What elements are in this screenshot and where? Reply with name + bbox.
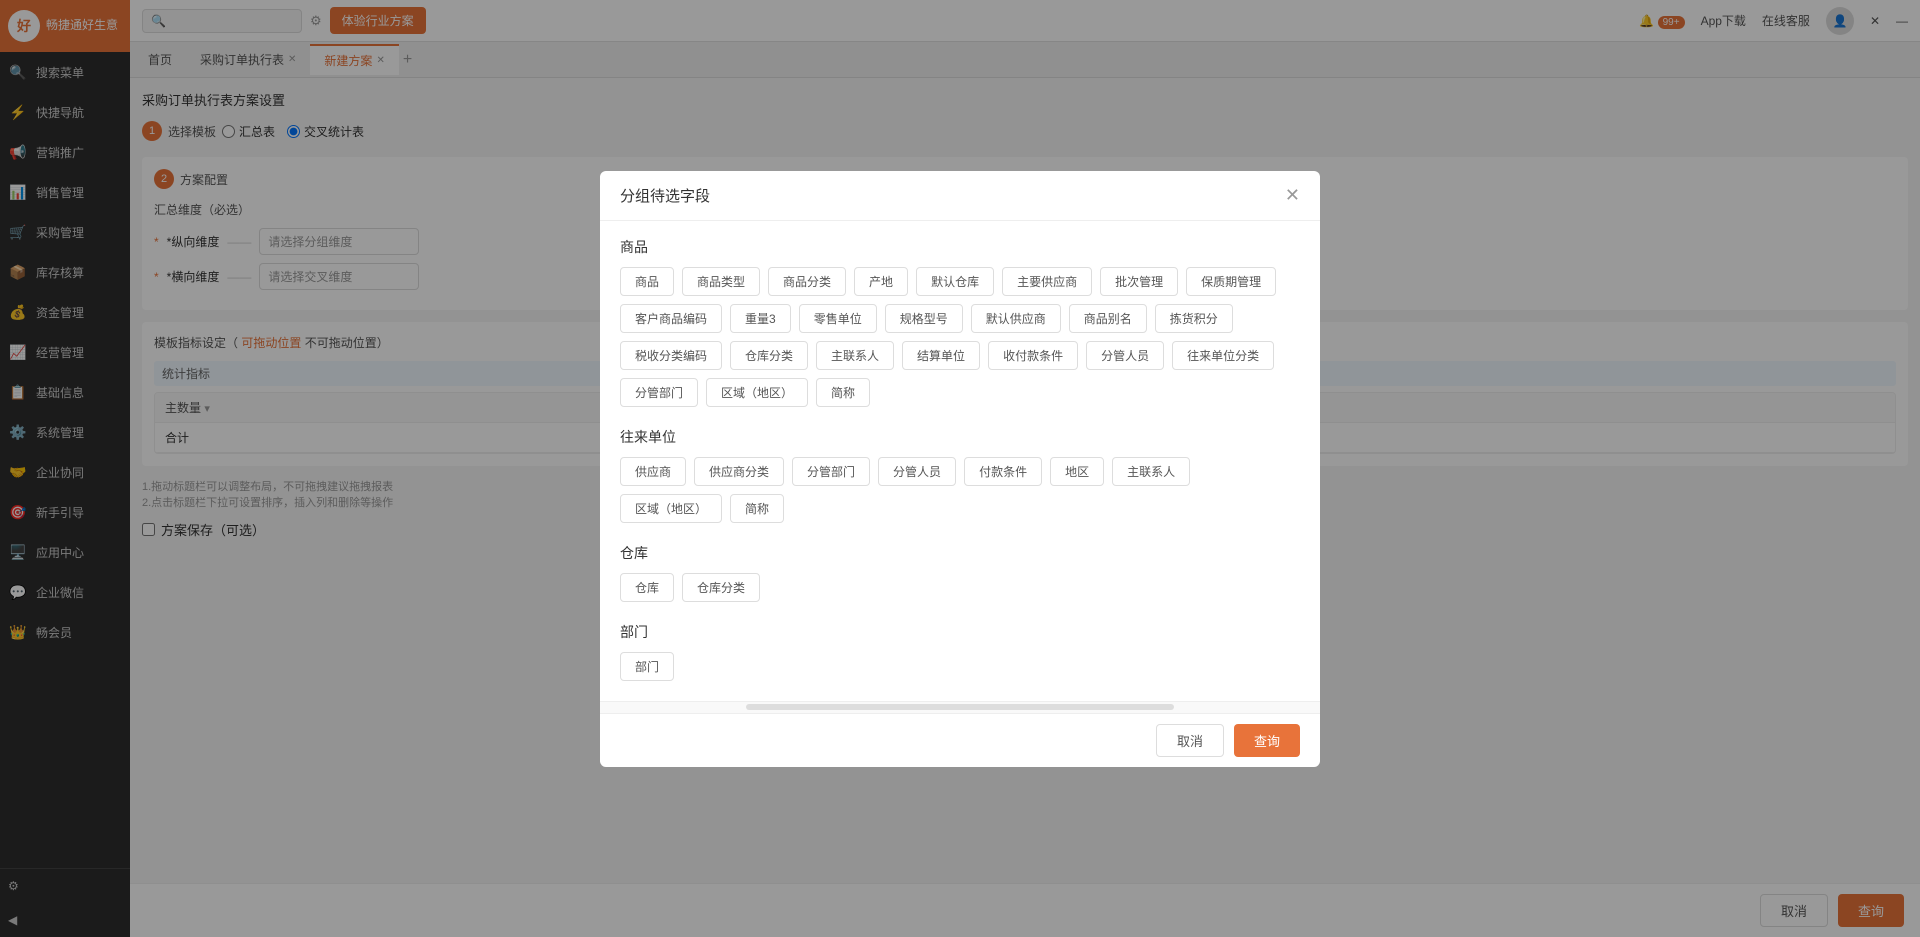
field-tag[interactable]: 拣货积分 [1155,304,1233,333]
field-tag[interactable]: 客户商品编码 [620,304,722,333]
field-tag[interactable]: 税收分类编码 [620,341,722,370]
field-tag[interactable]: 零售单位 [799,304,877,333]
modal-title: 分组待选字段 [620,185,710,206]
field-tag[interactable]: 主联系人 [1112,457,1190,486]
field-tag[interactable]: 仓库分类 [730,341,808,370]
field-tag[interactable]: 往来单位分类 [1172,341,1274,370]
field-tag[interactable]: 默认仓库 [916,267,994,296]
field-tags-department: 部门 [620,652,1300,681]
modal-cancel-btn[interactable]: 取消 [1156,724,1224,757]
field-tag[interactable]: 付款条件 [964,457,1042,486]
field-tags-partner: 供应商 供应商分类 分管部门 分管人员 付款条件 地区 主联系人 区域（地区） … [620,457,1300,523]
field-tag[interactable]: 结算单位 [902,341,980,370]
field-group-department: 部门 部门 [620,622,1300,681]
modal-overlay: 分组待选字段 ✕ 商品 商品 商品类型 商品分类 产地 默认仓库 主要供应商 批… [0,0,1920,937]
field-group-warehouse: 仓库 仓库 仓库分类 [620,543,1300,602]
field-tags-warehouse: 仓库 仓库分类 [620,573,1300,602]
modal-footer: 取消 查询 [600,713,1320,767]
field-tag[interactable]: 默认供应商 [971,304,1061,333]
field-tag[interactable]: 收付款条件 [988,341,1078,370]
field-tag[interactable]: 规格型号 [885,304,963,333]
field-tag[interactable]: 部门 [620,652,674,681]
field-group-partner: 往来单位 供应商 供应商分类 分管部门 分管人员 付款条件 地区 主联系人 区域… [620,427,1300,523]
field-tag[interactable]: 商品 [620,267,674,296]
field-tag[interactable]: 供应商 [620,457,686,486]
field-tag[interactable]: 供应商分类 [694,457,784,486]
field-tag[interactable]: 批次管理 [1100,267,1178,296]
field-tag[interactable]: 主联系人 [816,341,894,370]
field-tag[interactable]: 区域（地区） [620,494,722,523]
field-tag[interactable]: 区域（地区） [706,378,808,407]
field-tag[interactable]: 商品别名 [1069,304,1147,333]
field-tag[interactable]: 简称 [730,494,784,523]
field-group-product-title: 商品 [620,237,1300,257]
field-tag[interactable]: 主要供应商 [1002,267,1092,296]
field-tag[interactable]: 分管部门 [620,378,698,407]
field-group-warehouse-title: 仓库 [620,543,1300,563]
field-tag[interactable]: 保质期管理 [1186,267,1276,296]
modal-close-btn[interactable]: ✕ [1285,186,1300,204]
field-group-product: 商品 商品 商品类型 商品分类 产地 默认仓库 主要供应商 批次管理 保质期管理… [620,237,1300,407]
field-tag[interactable]: 地区 [1050,457,1104,486]
field-tags-product: 商品 商品类型 商品分类 产地 默认仓库 主要供应商 批次管理 保质期管理 客户… [620,267,1300,407]
field-tag[interactable]: 产地 [854,267,908,296]
field-tag[interactable]: 简称 [816,378,870,407]
field-tag[interactable]: 分管部门 [792,457,870,486]
field-tag[interactable]: 分管人员 [1086,341,1164,370]
field-tag[interactable]: 商品分类 [768,267,846,296]
modal-body[interactable]: 商品 商品 商品类型 商品分类 产地 默认仓库 主要供应商 批次管理 保质期管理… [600,221,1320,701]
field-group-partner-title: 往来单位 [620,427,1300,447]
field-tag[interactable]: 商品类型 [682,267,760,296]
modal: 分组待选字段 ✕ 商品 商品 商品类型 商品分类 产地 默认仓库 主要供应商 批… [600,171,1320,767]
modal-header: 分组待选字段 ✕ [600,171,1320,221]
field-tag[interactable]: 重量3 [730,304,791,333]
field-group-department-title: 部门 [620,622,1300,642]
field-tag[interactable]: 仓库 [620,573,674,602]
field-tag[interactable]: 分管人员 [878,457,956,486]
modal-confirm-btn[interactable]: 查询 [1234,724,1300,757]
modal-hscroll[interactable] [600,701,1320,713]
field-tag[interactable]: 仓库分类 [682,573,760,602]
